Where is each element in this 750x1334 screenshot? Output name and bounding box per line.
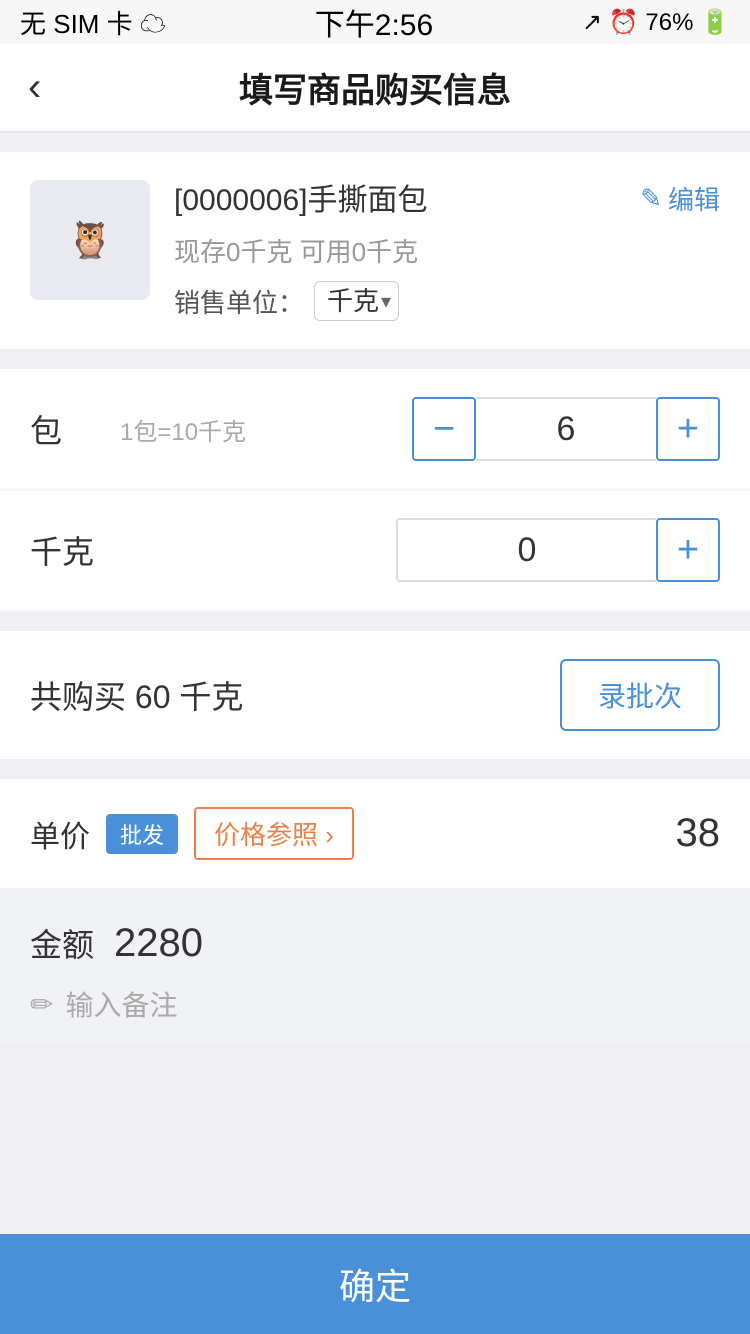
price-tag: 批发 xyxy=(106,814,178,854)
price-section: 单价 批发 价格参照 › 38 xyxy=(0,779,750,888)
amount-row: 金额 2280 xyxy=(30,920,720,966)
battery-level: ↗ ⏰ 76% 🔋 xyxy=(582,8,730,37)
confirm-button[interactable]: 确定 xyxy=(339,1258,411,1310)
confirm-bar[interactable]: 确定 xyxy=(0,1234,750,1334)
package-input[interactable] xyxy=(476,397,656,461)
kg-controls: + xyxy=(396,518,720,582)
package-plus-button[interactable]: + xyxy=(656,397,720,461)
package-section: 包 1包=10千克 − + 千克 + xyxy=(0,369,750,611)
kg-input[interactable] xyxy=(396,518,656,582)
price-row: 单价 批发 价格参照 › 38 xyxy=(30,807,720,860)
total-text: 共购买 60 千克 xyxy=(30,672,243,718)
package-controls: − + xyxy=(412,397,720,461)
edit-button[interactable]: ✎ 编辑 xyxy=(640,180,720,217)
remark-label: 输入备注 xyxy=(65,984,177,1024)
kg-row: 千克 + xyxy=(0,490,750,611)
kg-label: 千克 xyxy=(30,527,110,573)
product-name: [0000006]手撕面包 xyxy=(174,180,720,222)
amount-label: 金额 xyxy=(30,920,94,966)
product-info: [0000006]手撕面包 现存0千克 可用0千克 销售单位： 千克 xyxy=(174,180,720,321)
price-label: 单价 xyxy=(30,812,90,856)
package-label: 包 xyxy=(30,406,110,452)
unit-select[interactable]: 千克 xyxy=(314,281,399,321)
unit-label: 销售单位： xyxy=(174,283,304,320)
content-spacer xyxy=(0,1044,750,1234)
edit-label: 编辑 xyxy=(668,180,720,217)
price-reference-button[interactable]: 价格参照 › xyxy=(194,807,354,860)
page-title: 填写商品购买信息 xyxy=(239,63,511,112)
unit-select-wrap[interactable]: 千克 xyxy=(314,281,399,321)
edit-icon: ✎ xyxy=(640,183,662,214)
package-sub-label: 1包=10千克 xyxy=(120,412,246,447)
amount-section: 金额 2280 ✏ 输入备注 xyxy=(0,890,750,1044)
product-thumbnail: 🦉 xyxy=(30,180,150,300)
batch-button[interactable]: 录批次 xyxy=(560,659,720,731)
sim-status: 无 SIM 卡 ☁ xyxy=(20,4,166,41)
pencil-icon: ✏ xyxy=(30,988,53,1021)
status-left: 无 SIM 卡 ☁ xyxy=(20,4,166,41)
nav-bar: ‹ 填写商品购买信息 xyxy=(0,44,750,132)
product-unit-row: 销售单位： 千克 xyxy=(174,281,720,321)
kg-plus-button[interactable]: + xyxy=(656,518,720,582)
status-time: 下午2:56 xyxy=(315,0,433,44)
total-row: 共购买 60 千克 录批次 xyxy=(0,631,750,759)
back-button[interactable]: ‹ xyxy=(28,65,41,110)
price-value: 38 xyxy=(676,811,721,856)
amount-value: 2280 xyxy=(114,921,203,966)
product-stock: 现存0千克 可用0千克 xyxy=(174,232,720,269)
status-bar: 无 SIM 卡 ☁ 下午2:56 ↗ ⏰ 76% 🔋 xyxy=(0,0,750,44)
package-minus-button[interactable]: − xyxy=(412,397,476,461)
product-logo-icon: 🦉 xyxy=(68,219,113,261)
status-right: ↗ ⏰ 76% 🔋 xyxy=(582,8,730,37)
remark-row[interactable]: ✏ 输入备注 xyxy=(30,984,720,1024)
package-row: 包 1包=10千克 − + xyxy=(0,369,750,490)
product-card: 🦉 [0000006]手撕面包 现存0千克 可用0千克 销售单位： 千克 ✎ 编… xyxy=(0,152,750,349)
